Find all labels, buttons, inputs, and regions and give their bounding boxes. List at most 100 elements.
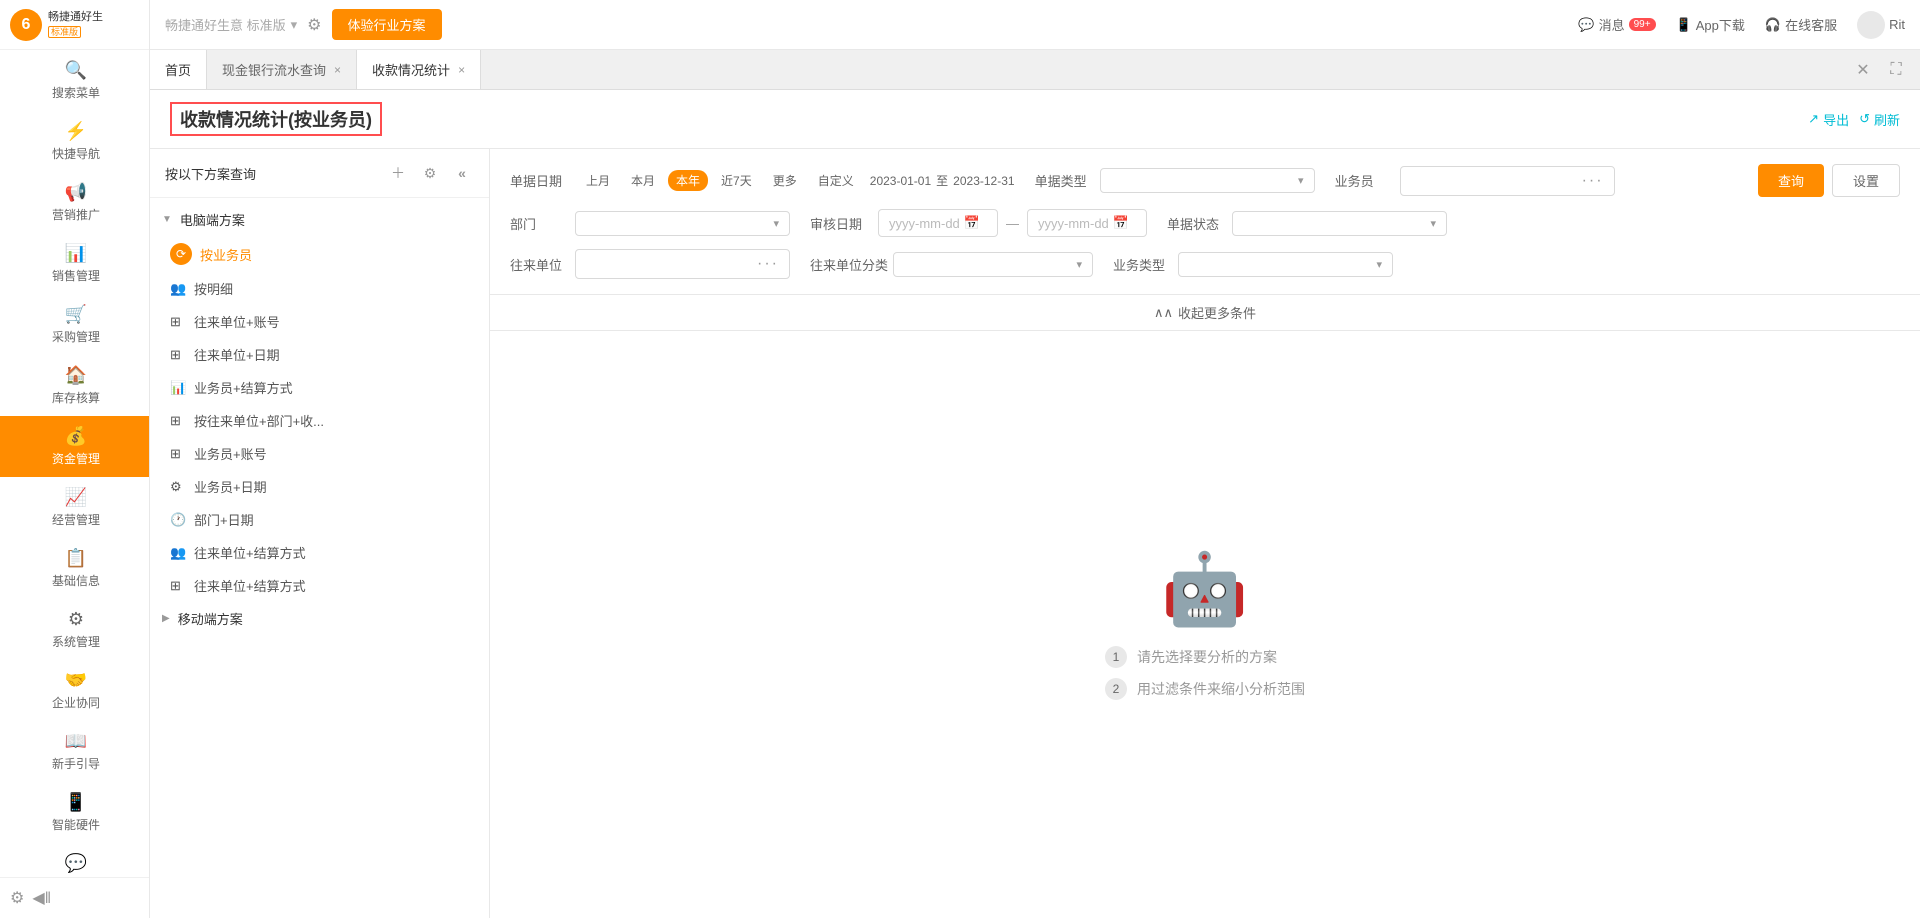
- sidebar-item-采购管理[interactable]: 🛒采购管理: [0, 294, 149, 355]
- date-tab-last-month[interactable]: 上月: [578, 170, 618, 191]
- tree-section: ▼电脑端方案⟳按业务员👥按明细⊞往来单位+账号⊞往来单位+日期📊业务员+结算方式…: [150, 198, 489, 640]
- date-tab-custom[interactable]: 自定义: [810, 170, 862, 191]
- scheme-settings-icon[interactable]: ⚙: [418, 161, 442, 185]
- page-title: 收款情况统计(按业务员): [170, 102, 382, 136]
- messages-item[interactable]: 💬 消息 99+: [1578, 15, 1655, 34]
- sidebar-item-基础信息[interactable]: 📋基础信息: [0, 538, 149, 599]
- audit-to-input[interactable]: yyyy-mm-dd 📅: [1027, 209, 1147, 237]
- partner-label: 往来单位: [510, 255, 570, 274]
- sidebar-item-销售管理[interactable]: 📊销售管理: [0, 233, 149, 294]
- section-label: 移动端方案: [178, 609, 243, 628]
- salesman-select[interactable]: ···: [1400, 166, 1615, 196]
- audit-date-field: 审核日期 yyyy-mm-dd 📅 — yyyy-mm-dd 📅: [810, 209, 1147, 237]
- sidebar-item-企业微信[interactable]: 💬企业微信: [0, 843, 149, 877]
- sidebar-item-智能硬件[interactable]: 📱智能硬件: [0, 782, 149, 843]
- tab-receipt-stats[interactable]: 收款情况统计 ×: [357, 50, 481, 89]
- collapse-conditions-button[interactable]: ∧∧ 收起更多条件: [1154, 303, 1256, 322]
- tree-item-icon: ⊞: [170, 413, 186, 429]
- avatar: [1857, 11, 1885, 39]
- settings-button[interactable]: 设置: [1832, 164, 1900, 197]
- tree-item-往来单位+账号[interactable]: ⊞往来单位+账号: [150, 305, 489, 338]
- date-tab-more[interactable]: 更多: [765, 170, 805, 191]
- page: 收款情况统计(按业务员) ↗ 导出 ↺ 刷新 按以下方案查询 ＋ ⚙: [150, 90, 1920, 918]
- receipt-stats-close-icon[interactable]: ×: [458, 63, 465, 77]
- tree-item-部门+日期[interactable]: 🕐部门+日期: [150, 503, 489, 536]
- tree-section-header[interactable]: ▼电脑端方案: [150, 203, 489, 236]
- query-button[interactable]: 查询: [1758, 164, 1824, 197]
- empty-step-2: 2 用过滤条件来缩小分析范围: [1105, 678, 1305, 700]
- tree-item-往来单位+结算方式[interactable]: 👥往来单位+结算方式: [150, 536, 489, 569]
- sidebar-item-label: 经营管理: [52, 511, 100, 528]
- sidebar-item-label: 企业协同: [52, 694, 100, 711]
- business-type-chevron-icon: ▾: [1376, 258, 1382, 271]
- partner-category-select[interactable]: ▾: [893, 252, 1093, 277]
- business-type-select[interactable]: ▾: [1178, 252, 1393, 277]
- salesman-more-icon[interactable]: ···: [1582, 172, 1604, 190]
- sidebar-item-经营管理[interactable]: 📈经营管理: [0, 477, 149, 538]
- sidebar-item-label: 系统管理: [52, 633, 100, 650]
- business-type-label: 业务类型: [1113, 255, 1173, 274]
- partner-select[interactable]: ···: [575, 249, 790, 279]
- user-name: Rit: [1889, 17, 1905, 32]
- partner-more-icon[interactable]: ···: [757, 255, 779, 273]
- voucher-type-select[interactable]: ▾: [1100, 168, 1315, 193]
- trial-button[interactable]: 体验行业方案: [332, 9, 442, 40]
- tree-item-业务员+结算方式[interactable]: 📊业务员+结算方式: [150, 371, 489, 404]
- dept-select[interactable]: ▾: [575, 211, 790, 236]
- tree-item-往来单位+日期[interactable]: ⊞往来单位+日期: [150, 338, 489, 371]
- tree-section-header[interactable]: ▶移动端方案: [150, 602, 489, 635]
- date-tab-this-month[interactable]: 本月: [623, 170, 663, 191]
- tree-item-label: 按业务员: [200, 245, 252, 264]
- sidebar-item-搜索菜单[interactable]: 🔍搜索菜单: [0, 50, 149, 111]
- tree-item-icon: 👥: [170, 545, 186, 561]
- tab-home[interactable]: 首页: [150, 50, 207, 89]
- tab-bank-flow[interactable]: 现金银行流水查询 ×: [207, 50, 357, 89]
- right-panel: 单据日期 上月 本月 本年 近7天 更多 自定义 2023-01-01: [490, 149, 1920, 918]
- sidebar-item-label: 快捷导航: [52, 145, 100, 162]
- audit-from-input[interactable]: yyyy-mm-dd 📅: [878, 209, 998, 237]
- online-service-item[interactable]: 🎧 在线客服: [1765, 15, 1837, 34]
- bank-flow-tab-label: 现金银行流水查询: [222, 60, 326, 79]
- sidebar-item-icon: 🛒: [65, 304, 87, 325]
- audit-from-placeholder: yyyy-mm-dd: [889, 216, 960, 231]
- sidebar-item-企业协同[interactable]: 🤝企业协同: [0, 660, 149, 721]
- app-download-item[interactable]: 📱 App下载: [1676, 15, 1745, 34]
- sidebar-item-库存核算[interactable]: 🏠库存核算: [0, 355, 149, 416]
- collapse-footer-icon[interactable]: ◀‖: [32, 888, 51, 908]
- voucher-status-select[interactable]: ▾: [1232, 211, 1447, 236]
- date-tab-7days[interactable]: 近7天: [713, 170, 760, 191]
- sidebar-item-营销推广[interactable]: 📢营销推广: [0, 172, 149, 233]
- tree-item-业务员+账号[interactable]: ⊞业务员+账号: [150, 437, 489, 470]
- tree-item-按业务员[interactable]: ⟳按业务员: [150, 236, 489, 272]
- voucher-status-field: 单据状态 ▾: [1167, 211, 1447, 236]
- export-button[interactable]: ↗ 导出: [1808, 110, 1849, 129]
- tree-item-业务员+日期[interactable]: ⚙业务员+日期: [150, 470, 489, 503]
- tree-item-label: 按往来单位+部门+收...: [194, 411, 324, 430]
- topbar-gear-icon[interactable]: ⚙: [307, 15, 321, 35]
- close-window-icon[interactable]: ✕: [1849, 56, 1877, 84]
- sidebar-item-新手引导[interactable]: 📖新手引导: [0, 721, 149, 782]
- sidebar-item-label: 基础信息: [52, 572, 100, 589]
- tree-section-电脑端方案: ▼电脑端方案⟳按业务员👥按明细⊞往来单位+账号⊞往来单位+日期📊业务员+结算方式…: [150, 203, 489, 602]
- sidebar-item-icon: 💰: [65, 426, 87, 447]
- date-label: 单据日期: [510, 171, 570, 190]
- panel-collapse-icon[interactable]: «: [450, 161, 474, 185]
- brand-chevron[interactable]: ▾: [291, 17, 298, 33]
- bank-flow-close-icon[interactable]: ×: [334, 63, 341, 77]
- left-panel-header: 按以下方案查询 ＋ ⚙ «: [150, 149, 489, 198]
- tree-item-按明细[interactable]: 👥按明细: [150, 272, 489, 305]
- sidebar-item-资金管理[interactable]: 💰资金管理: [0, 416, 149, 477]
- voucher-status-label: 单据状态: [1167, 214, 1227, 233]
- sidebar-item-快捷导航[interactable]: ⚡快捷导航: [0, 111, 149, 172]
- tree-item-往来单位+结算方式[interactable]: ⊞往来单位+结算方式: [150, 569, 489, 602]
- sidebar-item-系统管理[interactable]: ⚙系统管理: [0, 599, 149, 660]
- logo-icon: 6: [10, 9, 42, 41]
- settings-footer-icon[interactable]: ⚙: [10, 888, 24, 908]
- user-area[interactable]: Rit: [1857, 11, 1905, 39]
- dept-field: 部门 ▾: [510, 211, 790, 236]
- refresh-button[interactable]: ↺ 刷新: [1859, 110, 1900, 129]
- tree-item-按往来单位+部门+收...[interactable]: ⊞ 按往来单位+部门+收...: [150, 404, 489, 437]
- add-scheme-button[interactable]: ＋: [386, 161, 410, 185]
- maximize-window-icon[interactable]: ⛶: [1882, 56, 1910, 84]
- date-tab-this-year[interactable]: 本年: [668, 170, 708, 191]
